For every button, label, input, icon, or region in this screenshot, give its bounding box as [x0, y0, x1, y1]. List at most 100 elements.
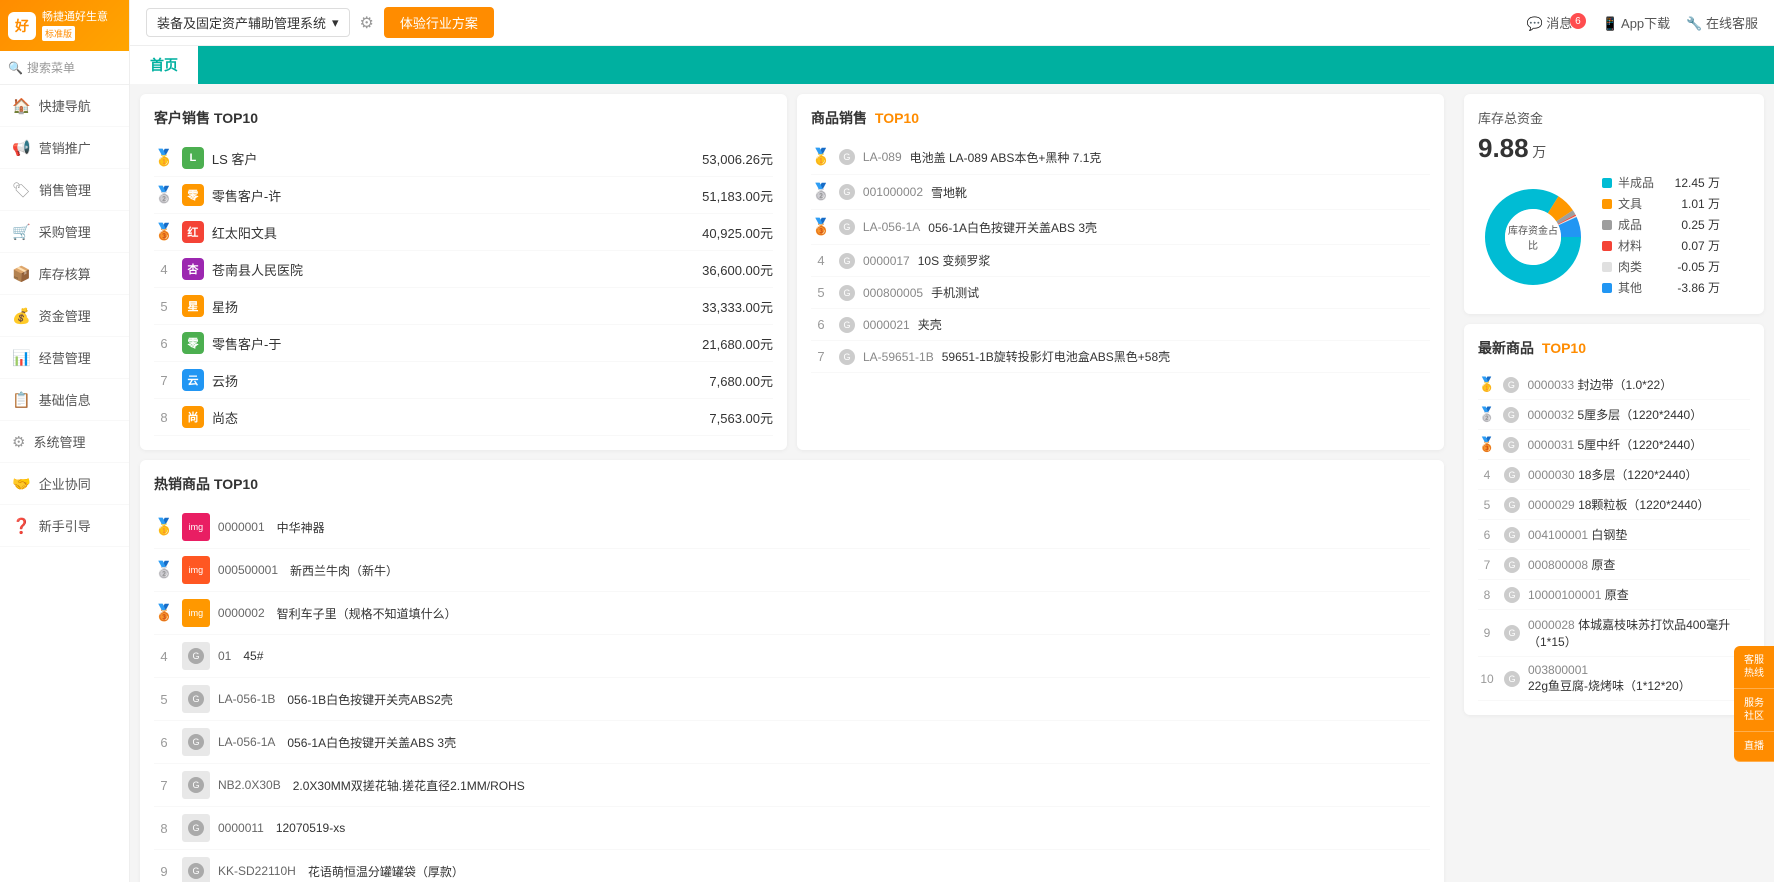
online-service-btn[interactable]: 🔧 在线客服 — [1686, 13, 1758, 32]
customer-value: 40,925.00元 — [702, 223, 773, 242]
legend-value: -0.05 万 — [1660, 258, 1720, 275]
product-sales-list: 🥇 G LA-089 电池盖 LA-089 ABS本色+黑种 7.1克 🥈 G … — [811, 140, 1430, 373]
legend-item: 文具 1.01 万 — [1602, 195, 1720, 212]
newest-product-info: 0000032 5厘多层（1220*2440） — [1527, 406, 1750, 423]
guide-icon: ❓ — [12, 517, 31, 535]
system-selector[interactable]: 装备及固定资产辅助管理系统 ▾ — [146, 8, 350, 37]
product-icon: G — [1504, 671, 1520, 687]
hot-product-item: 🥈 img 000500001 新西兰牛肉（新牛） — [154, 549, 1430, 592]
sidebar-label: 企业协同 — [39, 474, 91, 493]
customer-sales-card: 客户销售 TOP10 🥇 L LS 客户 53,006.26元 🥈 零 零售客户… — [140, 94, 787, 450]
product-icon: G — [1503, 407, 1519, 423]
sidebar-label: 经营管理 — [39, 348, 91, 367]
basic-icon: 📋 — [12, 391, 31, 409]
newest-product-item: 🥇 G 0000033 封边带（1.0*22） — [1478, 370, 1750, 400]
float-btn-1[interactable]: 服务 社区 — [1734, 689, 1774, 732]
customer-name: 尚态 — [212, 408, 701, 427]
newest-product-item: 5 G 0000029 18颗粒板（1220*2440） — [1478, 490, 1750, 520]
search-icon: 🔍 — [8, 61, 23, 75]
newest-product-info: 000800008 原查 — [1528, 556, 1750, 573]
product-name: 59651-1B旋转投影灯电池盒ABS黑色+58壳 — [942, 348, 1170, 365]
hot-products-list: 🥇 img 0000001 中华神器 🥈 img 000500001 新西兰牛肉… — [154, 506, 1430, 882]
sidebar-item-system[interactable]: ⚙ 系统管理 — [0, 421, 129, 463]
legend-item: 其他 -3.86 万 — [1602, 279, 1720, 296]
newest-product-info: 003800001 22g鱼豆腐-烧烤味（1*12*20） — [1528, 663, 1750, 694]
hot-product-name: 056-1B白色按键开关壳ABS2壳 — [287, 691, 452, 708]
sidebar-search[interactable]: 🔍 搜索菜单 — [0, 51, 129, 85]
sidebar-item-finance[interactable]: 💰 资金管理 — [0, 295, 129, 337]
hot-product-name: 056-1A白色按键开关盖ABS 3壳 — [287, 734, 456, 751]
sidebar-item-operation[interactable]: 📊 经营管理 — [0, 337, 129, 379]
donut-center-label: 库存资金占比 — [1506, 222, 1561, 252]
customer-rank-item: 6 零 零售客户-于 21,680.00元 — [154, 325, 773, 362]
topbar-right: 💬 消息 6 📱 App下载 🔧 在线客服 — [1526, 13, 1758, 32]
product-name: 夹壳 — [918, 316, 942, 333]
sidebar-label: 新手引导 — [39, 516, 91, 535]
sidebar-label: 资金管理 — [39, 306, 91, 325]
settings-icon[interactable]: ⚙ — [360, 13, 374, 33]
customer-rank-item: 5 星 星扬 33,333.00元 — [154, 288, 773, 325]
newest-product-item: 4 G 0000030 18多层（1220*2440） — [1478, 460, 1750, 490]
hot-product-name: 2.0X30MM双搓花轴.搓花直径2.1MM/ROHS — [293, 777, 525, 794]
customer-value: 7,563.00元 — [709, 408, 773, 427]
tab-home[interactable]: 首页 — [130, 46, 198, 84]
float-btn-0[interactable]: 客服 热线 — [1734, 646, 1774, 689]
legend-item: 肉类 -0.05 万 — [1602, 258, 1720, 275]
legend-dot — [1602, 241, 1612, 251]
float-btn-2[interactable]: 直播 — [1734, 732, 1774, 762]
newest-product-item: 9 G 0000028 体城嘉枝味苏打饮品400毫升（1*15） — [1478, 610, 1750, 657]
hot-product-name: 花语萌恒温分罐罐袋（厚款） — [308, 863, 464, 880]
cooperation-icon: 🤝 — [12, 475, 31, 493]
product-thumb: G — [182, 642, 210, 670]
hot-product-code: LA-056-1B — [218, 692, 275, 706]
product-sales-title: 商品销售 TOP10 — [811, 108, 1430, 128]
customer-value: 53,006.26元 — [702, 149, 773, 168]
sidebar-item-guide[interactable]: ❓ 新手引导 — [0, 505, 129, 547]
newest-product-info: 0000029 18颗粒板（1220*2440） — [1528, 496, 1750, 513]
medal-icon: 🥉 — [154, 222, 174, 242]
sidebar-item-sales[interactable]: 🏷 销售管理 — [0, 169, 129, 211]
message-btn[interactable]: 💬 消息 6 — [1526, 13, 1585, 32]
legend-dot — [1602, 262, 1612, 272]
hot-product-name: 45# — [243, 649, 263, 663]
purchase-icon: 🛒 — [12, 223, 31, 241]
sidebar-item-marketing[interactable]: 📢 营销推广 — [0, 127, 129, 169]
customer-name: 红太阳文具 — [212, 223, 694, 242]
hot-product-code: 0000002 — [218, 606, 265, 620]
sidebar-item-quick-nav[interactable]: 🏠 快捷导航 — [0, 85, 129, 127]
top-section: 客户销售 TOP10 🥇 L LS 客户 53,006.26元 🥈 零 零售客户… — [140, 94, 1444, 450]
app-download-btn[interactable]: 📱 App下载 — [1602, 13, 1670, 32]
product-name: 10S 变频罗浆 — [918, 252, 991, 269]
hot-product-name: 12070519-xs — [276, 821, 345, 835]
experience-btn[interactable]: 体验行业方案 — [384, 7, 494, 38]
inventory-total: 9.88 万 — [1478, 133, 1750, 164]
sidebar-item-purchase[interactable]: 🛒 采购管理 — [0, 211, 129, 253]
hot-product-item: 7 G NB2.0X30B 2.0X30MM双搓花轴.搓花直径2.1MM/ROH… — [154, 764, 1430, 807]
inventory-legend: 半成品 12.45 万 文具 1.01 万 成品 0.25 万 材料 0.07 … — [1602, 174, 1720, 300]
rank-num: 6 — [154, 336, 174, 351]
hot-product-code: 000500001 — [218, 563, 278, 577]
product-icon: G — [839, 349, 855, 365]
sidebar-label: 库存核算 — [39, 264, 91, 283]
legend-name: 肉类 — [1618, 258, 1642, 275]
sidebar-label: 快捷导航 — [39, 96, 91, 115]
content-right: 库存总资金 9.88 万 — [1454, 84, 1774, 882]
hot-product-code: 0000011 — [218, 821, 264, 835]
hot-product-item: 9 G KK-SD22110H 花语萌恒温分罐罐袋（厚款） — [154, 850, 1430, 882]
customer-rank-item: 🥉 红 红太阳文具 40,925.00元 — [154, 214, 773, 251]
topbar: 装备及固定资产辅助管理系统 ▾ ⚙ 体验行业方案 💬 消息 6 📱 App下载 … — [130, 0, 1774, 46]
sidebar-item-inventory[interactable]: 📦 库存核算 — [0, 253, 129, 295]
product-name: 手机测试 — [931, 284, 979, 301]
sidebar-item-basic[interactable]: 📋 基础信息 — [0, 379, 129, 421]
legend-value: 0.07 万 — [1660, 237, 1720, 254]
system-name: 装备及固定资产辅助管理系统 — [157, 13, 326, 32]
customer-rank-item: 🥇 L LS 客户 53,006.26元 — [154, 140, 773, 177]
customer-name: 星扬 — [212, 297, 694, 316]
customer-name: 零售客户-许 — [212, 186, 694, 205]
hot-product-code: LA-056-1A — [218, 735, 275, 749]
sidebar-item-cooperation[interactable]: 🤝 企业协同 — [0, 463, 129, 505]
legend-name: 半成品 — [1618, 174, 1654, 191]
legend-dot — [1602, 199, 1612, 209]
hot-product-code: KK-SD22110H — [218, 864, 296, 878]
customer-sales-title: 客户销售 TOP10 — [154, 108, 773, 128]
